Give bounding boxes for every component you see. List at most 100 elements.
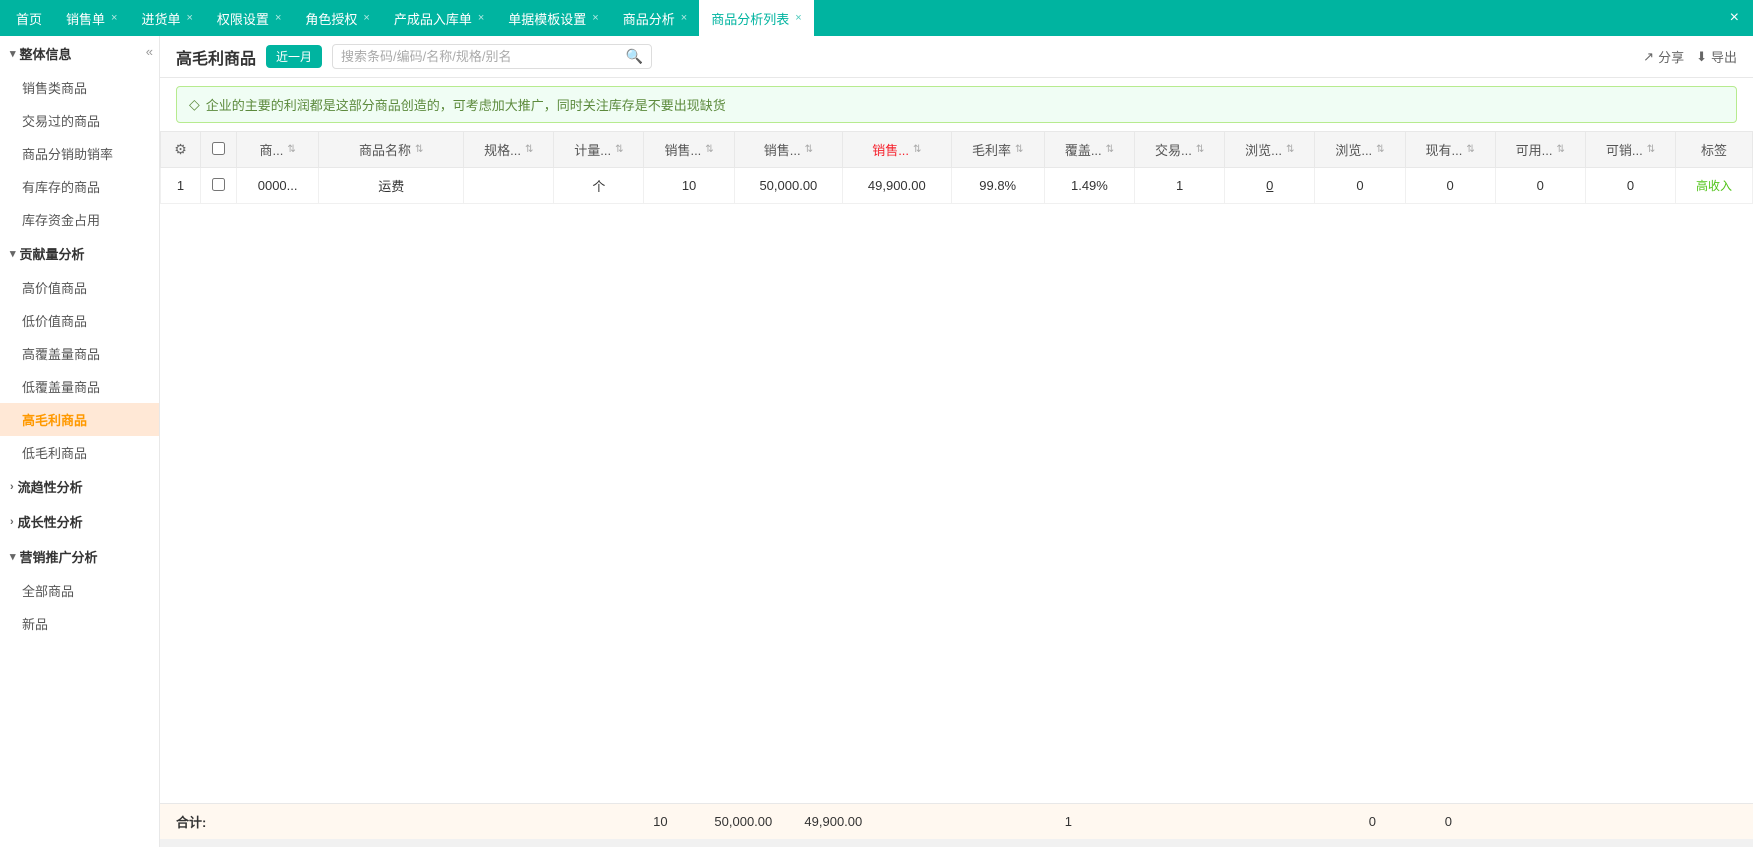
section-growth-analysis[interactable]: › 成长性分析 (0, 504, 159, 539)
section-arrow-contribution: ▾ (10, 247, 16, 260)
col-unit[interactable]: 计量...⇅ (554, 132, 644, 168)
col-gear[interactable]: ⚙ (161, 132, 201, 168)
col-saleable[interactable]: 可销...⇅ (1585, 132, 1675, 168)
nav-product-warehouse[interactable]: 产成品入库单 × (382, 0, 496, 36)
footer-spacer4 (446, 814, 546, 829)
footer-label: 合计: (176, 812, 206, 831)
section-marketing-analysis[interactable]: ▾ 营销推广分析 (0, 539, 159, 574)
nav-permission-settings[interactable]: 权限设置 × (205, 0, 293, 36)
section-trend-analysis[interactable]: › 流趋性分析 (0, 469, 159, 504)
sort-icon-browse2: ⇅ (1376, 144, 1384, 155)
sort-icon-saleable: ⇅ (1647, 144, 1655, 155)
footer-gross-margin (878, 814, 954, 829)
close-all-button[interactable]: × (1720, 9, 1749, 27)
cell-current: 0 (1405, 168, 1495, 204)
close-permission-settings[interactable]: × (275, 12, 281, 24)
cell-saleable: 0 (1585, 168, 1675, 204)
section-arrow-growth: › (10, 516, 14, 528)
sidebar-item-inventory-capital[interactable]: 库存资金占用 (0, 203, 159, 236)
close-role-auth[interactable]: × (363, 12, 369, 24)
col-checkbox-header[interactable] (201, 132, 237, 168)
nav-product-analysis-list[interactable]: 商品分析列表 × (699, 0, 813, 36)
sidebar-item-low-value-goods[interactable]: 低价值商品 (0, 304, 159, 337)
nav-product-analysis[interactable]: 商品分析 × (611, 0, 699, 36)
sidebar-item-low-margin-goods[interactable]: 低毛利商品 (0, 436, 159, 469)
select-all-checkbox[interactable] (212, 142, 225, 155)
sidebar-item-stocked-goods[interactable]: 有库存的商品 (0, 170, 159, 203)
bottom-scrollbar[interactable] (160, 839, 1753, 847)
sidebar-item-sales-goods[interactable]: 销售类商品 (0, 71, 159, 104)
col-sales2[interactable]: 销售...⇅ (734, 132, 842, 168)
col-code[interactable]: 商...⇅ (237, 132, 319, 168)
export-icon: ⬇ (1696, 49, 1707, 65)
header-actions: ↗ 分享 ⬇ 导出 (1643, 47, 1737, 66)
share-button[interactable]: ↗ 分享 (1643, 47, 1684, 66)
cell-sales1: 10 (644, 168, 734, 204)
info-banner-text: 企业的主要的利润都是这部分商品创造的，可考虑加大推广，同时关注库存是不要出现缺货 (206, 95, 726, 114)
nav-purchase-order[interactable]: 进货单 × (129, 0, 204, 36)
sidebar-item-all-goods[interactable]: 全部商品 (0, 574, 159, 607)
search-box[interactable]: 🔍 (332, 44, 652, 69)
cell-index: 1 (161, 168, 201, 204)
col-sales3[interactable]: 销售...⇅ (843, 132, 951, 168)
search-icon[interactable]: 🔍 (626, 48, 643, 65)
close-product-analysis[interactable]: × (681, 12, 687, 24)
close-sales-order[interactable]: × (111, 12, 117, 24)
cell-checkbox[interactable] (201, 168, 237, 204)
table-row: 1 0000... 运费 个 10 50,000.00 49,900.00 99… (161, 168, 1753, 204)
gear-icon[interactable]: ⚙ (174, 141, 187, 157)
section-contribution-analysis[interactable]: ▾ 贡献量分析 (0, 236, 159, 271)
col-spec[interactable]: 规格...⇅ (464, 132, 554, 168)
sidebar-item-high-coverage-goods[interactable]: 高覆盖量商品 (0, 337, 159, 370)
section-arrow-overall: ▾ (10, 47, 16, 60)
section-arrow-marketing: ▾ (10, 550, 16, 563)
sidebar-collapse-button[interactable]: « (146, 44, 153, 59)
nav-template-settings[interactable]: 单据模板设置 × (496, 0, 610, 36)
sort-icon-code: ⇅ (287, 144, 295, 155)
search-input[interactable] (341, 49, 626, 64)
cell-sales2: 50,000.00 (734, 168, 842, 204)
sort-icon-sales3: ⇅ (913, 144, 921, 155)
col-gross-margin[interactable]: 毛利率⇅ (951, 132, 1044, 168)
col-browse1[interactable]: 浏览...⇅ (1225, 132, 1315, 168)
footer-spacer2 (290, 814, 366, 829)
nav-home[interactable]: 首页 (4, 0, 54, 36)
close-product-warehouse[interactable]: × (478, 12, 484, 24)
main-area: « ▾ 整体信息 销售类商品 交易过的商品 商品分销助销率 有库存的商品 库存资… (0, 36, 1753, 847)
export-button[interactable]: ⬇ 导出 (1696, 47, 1737, 66)
col-transaction[interactable]: 交易...⇅ (1135, 132, 1225, 168)
sort-icon-coverage: ⇅ (1106, 144, 1114, 155)
sort-icon-name: ⇅ (415, 144, 423, 155)
col-browse2[interactable]: 浏览...⇅ (1315, 132, 1405, 168)
sidebar-item-traded-goods[interactable]: 交易过的商品 (0, 104, 159, 137)
sort-icon-transaction: ⇅ (1196, 144, 1204, 155)
footer-sales1: 10 (622, 814, 698, 829)
time-filter-button[interactable]: 近一月 (266, 45, 322, 68)
sidebar-item-distribution-rate[interactable]: 商品分销助销率 (0, 137, 159, 170)
sidebar-item-new-goods[interactable]: 新品 (0, 607, 159, 640)
share-icon: ↗ (1643, 49, 1654, 65)
close-product-analysis-list[interactable]: × (795, 12, 801, 24)
sort-icon-gross-margin: ⇅ (1015, 144, 1023, 155)
sidebar-item-high-value-goods[interactable]: 高价值商品 (0, 271, 159, 304)
sidebar-item-high-margin-goods[interactable]: 高毛利商品 (0, 403, 159, 436)
col-tag[interactable]: 标签 (1676, 132, 1753, 168)
col-name[interactable]: 商品名称⇅ (319, 132, 464, 168)
col-current[interactable]: 现有...⇅ (1405, 132, 1495, 168)
cell-browse1[interactable]: 0 (1225, 168, 1315, 204)
cell-transaction: 1 (1135, 168, 1225, 204)
section-overall-info[interactable]: ▾ 整体信息 (0, 36, 159, 71)
col-available[interactable]: 可用...⇅ (1495, 132, 1585, 168)
sidebar-item-low-coverage-goods[interactable]: 低覆盖量商品 (0, 370, 159, 403)
cell-name: 运费 (319, 168, 464, 204)
cell-available: 0 (1495, 168, 1585, 204)
nav-sales-order[interactable]: 销售单 × (54, 0, 129, 36)
sort-icon-unit: ⇅ (615, 144, 623, 155)
nav-role-auth[interactable]: 角色授权 × (293, 0, 381, 36)
col-sales1[interactable]: 销售...⇅ (644, 132, 734, 168)
table-container[interactable]: ⚙ 商...⇅ 商品名称⇅ 规格...⇅ (160, 131, 1753, 803)
col-coverage[interactable]: 覆盖...⇅ (1044, 132, 1134, 168)
footer-sales2: 50,000.00 (698, 814, 788, 829)
close-purchase-order[interactable]: × (186, 12, 192, 24)
close-template-settings[interactable]: × (592, 12, 598, 24)
